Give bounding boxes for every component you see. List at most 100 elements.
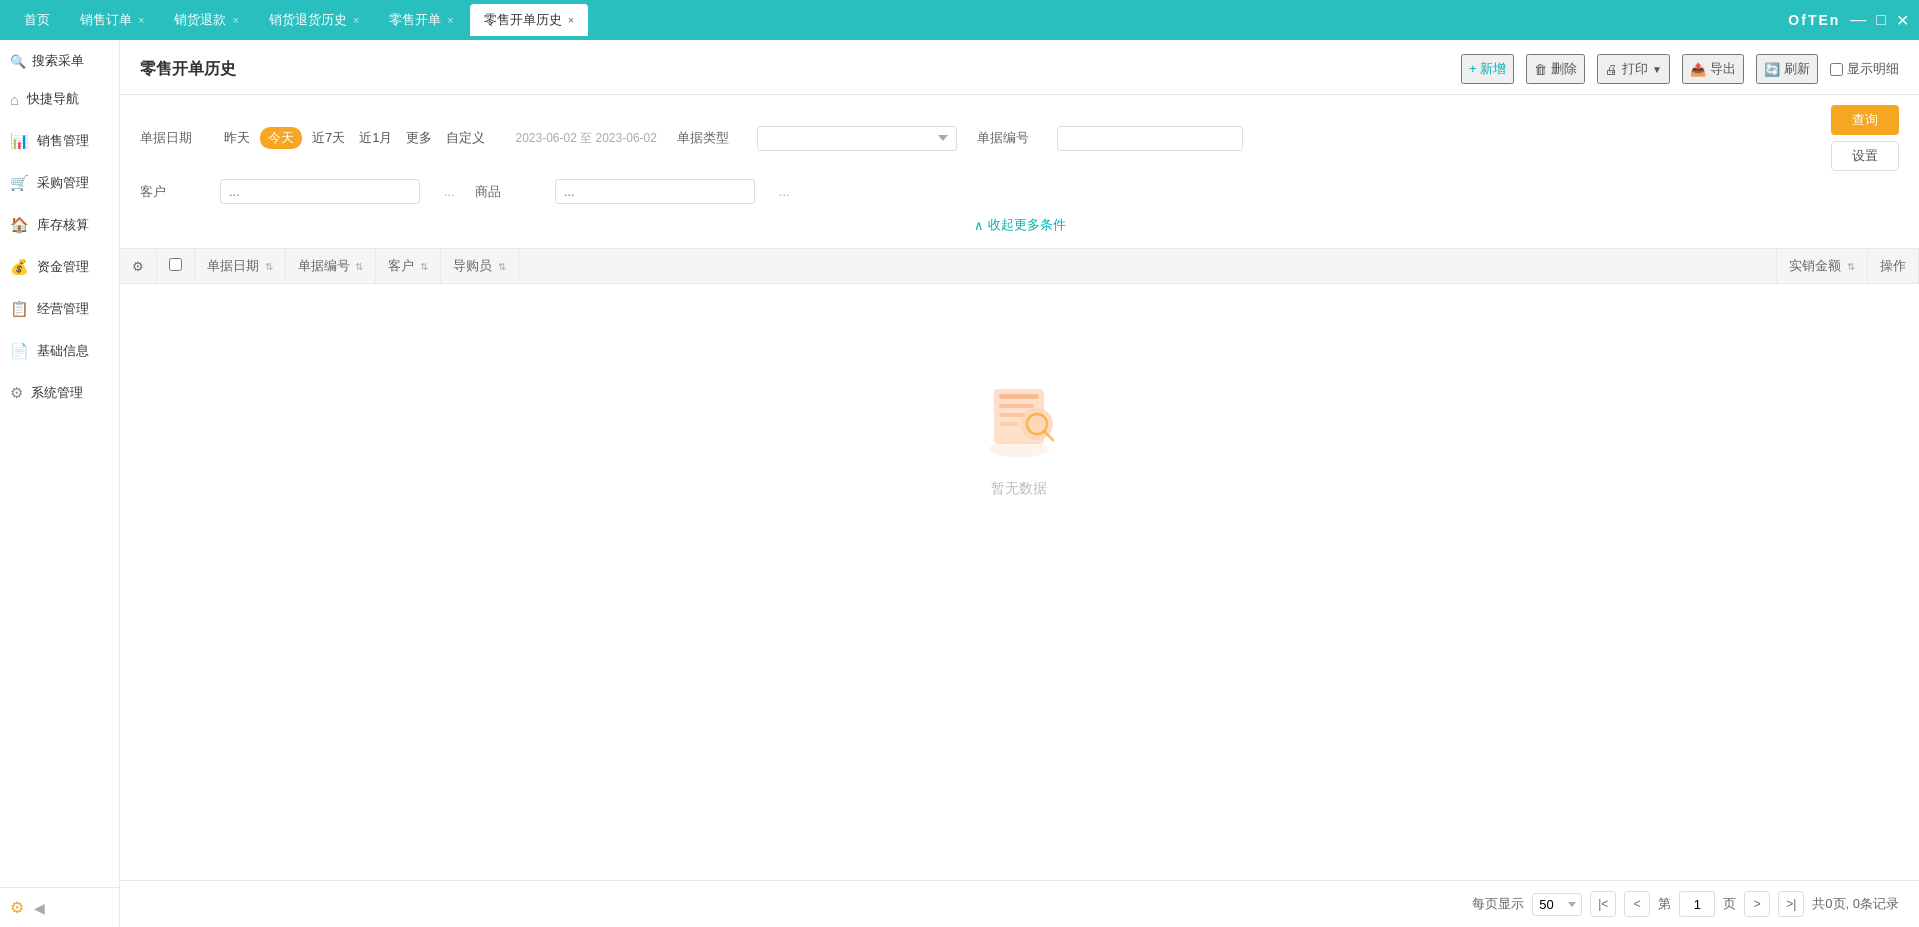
sidebar-item-basic-info[interactable]: 📄基础信息	[0, 330, 119, 372]
sidebar-bottom: ⚙ ◀	[0, 887, 119, 927]
sidebar-item-business[interactable]: 📋经营管理	[0, 288, 119, 330]
table-body: 暂无数据	[120, 284, 1919, 579]
th-customer: 客户 ⇅	[376, 249, 441, 284]
query-buttons: 查询 设置	[1831, 105, 1899, 171]
toolbar: + 新增 🗑 删除 🖨 打印 ▼ 📤 导出 🔄 刷新	[1461, 54, 1899, 84]
maximize-button[interactable]: □	[1876, 11, 1886, 29]
date-opt-more[interactable]: 更多	[402, 127, 436, 149]
page-size-select[interactable]: 50 10 20 100	[1532, 893, 1582, 916]
print-chevron-icon: ▼	[1652, 64, 1662, 75]
sidebar-icon-business: 📋	[10, 300, 29, 318]
sidebar-item-sales-mgmt[interactable]: 📊销售管理	[0, 120, 119, 162]
delete-button[interactable]: 🗑 删除	[1526, 54, 1585, 84]
page-label-before: 第	[1658, 895, 1671, 913]
page-first-button[interactable]: |<	[1590, 891, 1616, 917]
filter-row-2: 客户 ... 商品 ...	[140, 179, 1899, 204]
sidebar-item-inventory[interactable]: 🏠库存核算	[0, 204, 119, 246]
sidebar-search[interactable]: 🔍 搜索采单	[0, 40, 119, 78]
sidebar-item-sys-mgmt[interactable]: ⚙系统管理	[0, 372, 119, 414]
tab-close-sales-return-history[interactable]: ×	[353, 14, 359, 26]
collapse-more-button[interactable]: ∧ 收起更多条件	[140, 212, 1899, 238]
th-gear[interactable]: ⚙	[120, 249, 157, 284]
export-button[interactable]: 📤 导出	[1682, 54, 1744, 84]
doc-type-select[interactable]	[757, 126, 957, 151]
date-opt-yesterday[interactable]: 昨天	[220, 127, 254, 149]
date-filter-label: 单据日期	[140, 129, 200, 147]
show-detail-checkbox[interactable]	[1830, 63, 1843, 76]
print-button[interactable]: 🖨 打印 ▼	[1597, 54, 1670, 84]
refresh-label: 刷新	[1784, 60, 1810, 78]
table-header-row: ⚙ 单据日期 ⇅ 单据编号 ⇅ 客户 ⇅	[120, 249, 1919, 284]
th-salesperson: 导购员 ⇅	[440, 249, 518, 284]
amount-sort-icon[interactable]: ⇅	[1847, 261, 1855, 272]
customer-label: 客户	[140, 183, 200, 201]
sidebar-item-purchase-mgmt[interactable]: 🛒 采购管理	[0, 162, 119, 204]
add-button[interactable]: + 新增	[1461, 54, 1514, 84]
tab-list: 首页销售订单×销货退款×销货退货历史×零售开单×零售开单历史×	[10, 4, 1788, 36]
date-opt-last7[interactable]: 近7天	[308, 127, 349, 149]
goods-more-icon[interactable]: ...	[779, 184, 790, 199]
tab-sales-return-history[interactable]: 销货退货历史×	[255, 4, 373, 36]
empty-text: 暂无数据	[991, 480, 1047, 498]
customer-more-icon[interactable]: ...	[444, 184, 455, 199]
doc-number-input[interactable]	[1057, 126, 1243, 151]
filter-settings-button[interactable]: 设置	[1831, 141, 1899, 171]
page-total-info: 共0页, 0条记录	[1812, 895, 1899, 913]
date-opt-today[interactable]: 今天	[260, 127, 302, 149]
salesperson-sort-icon[interactable]: ⇅	[498, 261, 506, 272]
goods-label: 商品	[475, 183, 535, 201]
collapse-chevron-icon: ∧	[974, 218, 984, 233]
page-number-input[interactable]: 1	[1679, 891, 1715, 917]
page-header: 零售开单历史 + 新增 🗑 删除 🖨 打印 ▼ 📤 导出 🔄	[120, 40, 1919, 95]
sidebar-label-inventory: 库存核算	[37, 216, 89, 234]
goods-input[interactable]	[555, 179, 755, 204]
pagination-bar: 每页显示 50 10 20 100 |< < 第 1 页 > >| 共0页, 0…	[120, 880, 1919, 927]
delete-label: 删除	[1551, 60, 1577, 78]
collapse-label: 收起更多条件	[988, 216, 1066, 234]
sidebar-gear-button[interactable]: ⚙	[10, 898, 24, 917]
number-sort-icon[interactable]: ⇅	[355, 261, 363, 272]
tab-close-sales-order[interactable]: ×	[138, 14, 144, 26]
sidebar-icon-purchase-mgmt: 🛒	[10, 174, 29, 192]
sidebar-item-finance[interactable]: 💰资金管理	[0, 246, 119, 288]
top-bar: 首页销售订单×销货退款×销货退货历史×零售开单×零售开单历史× OfTEn — …	[0, 0, 1919, 40]
date-opt-last_month[interactable]: 近1月	[355, 127, 396, 149]
tab-sales-return[interactable]: 销货退款×	[160, 4, 252, 36]
th-check[interactable]	[157, 249, 195, 284]
close-button[interactable]: ✕	[1896, 11, 1909, 30]
content-area: 零售开单历史 + 新增 🗑 删除 🖨 打印 ▼ 📤 导出 🔄	[120, 40, 1919, 927]
sidebar-collapse-button[interactable]: ◀	[34, 900, 45, 916]
th-number: 单据编号 ⇅	[285, 249, 376, 284]
tab-close-retail-open[interactable]: ×	[447, 14, 453, 26]
tab-retail-open[interactable]: 零售开单×	[375, 4, 467, 36]
tab-close-retail-open-history[interactable]: ×	[568, 14, 574, 26]
tab-close-sales-return[interactable]: ×	[232, 14, 238, 26]
refresh-button[interactable]: 🔄 刷新	[1756, 54, 1818, 84]
empty-illustration	[969, 364, 1069, 464]
sidebar-label-purchase-mgmt: 采购管理	[37, 174, 89, 192]
date-sort-icon[interactable]: ⇅	[265, 261, 273, 272]
minimize-button[interactable]: —	[1850, 11, 1866, 29]
page-label-after: 页	[1723, 895, 1736, 913]
sidebar-icon-sys-mgmt: ⚙	[10, 384, 23, 402]
tab-sales-order[interactable]: 销售订单×	[66, 4, 158, 36]
tab-home[interactable]: 首页	[10, 4, 64, 36]
sidebar-item-quick-nav[interactable]: ⌂快捷导航	[0, 78, 119, 120]
page-last-button[interactable]: >|	[1778, 891, 1804, 917]
date-opt-custom[interactable]: 自定义	[442, 127, 489, 149]
table-header: ⚙ 单据日期 ⇅ 单据编号 ⇅ 客户 ⇅	[120, 249, 1919, 284]
page-prev-button[interactable]: <	[1624, 891, 1650, 917]
sidebar-label-sales-mgmt: 销售管理	[37, 132, 89, 150]
table-area: ⚙ 单据日期 ⇅ 单据编号 ⇅ 客户 ⇅	[120, 249, 1919, 880]
tab-retail-open-history[interactable]: 零售开单历史×	[470, 4, 588, 36]
empty-state-cell: 暂无数据	[120, 284, 1919, 579]
filter-area: 单据日期 昨天今天近7天近1月更多自定义 2023-06-02 至 2023-0…	[120, 95, 1919, 249]
show-detail-toggle[interactable]: 显示明细	[1830, 60, 1899, 78]
th-salesperson-label: 导购员	[453, 258, 492, 273]
query-button[interactable]: 查询	[1831, 105, 1899, 135]
customer-input[interactable]	[220, 179, 420, 204]
select-all-checkbox[interactable]	[169, 258, 182, 271]
page-next-button[interactable]: >	[1744, 891, 1770, 917]
th-amount-label: 实销金额	[1789, 258, 1841, 273]
customer-sort-icon[interactable]: ⇅	[420, 261, 428, 272]
